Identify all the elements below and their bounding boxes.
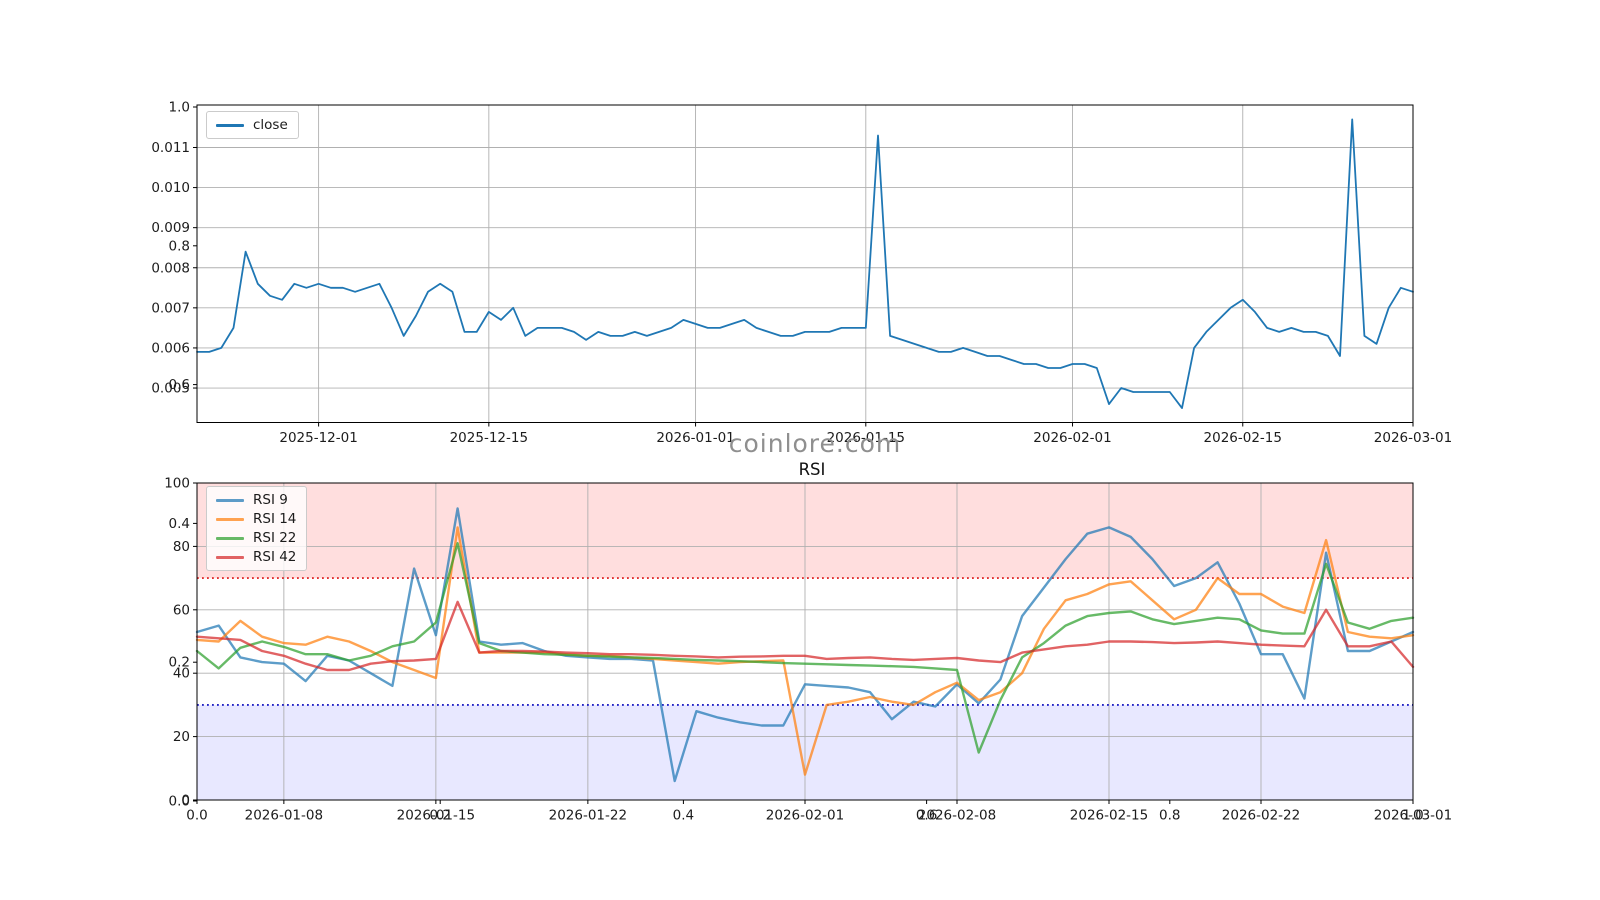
ghost-x-tick-label: 0.6 bbox=[916, 808, 937, 824]
x-tick-label: 2026-03-01 bbox=[1374, 430, 1452, 446]
rsi-legend: RSI 9 RSI 14 RSI 22 RSI 42 bbox=[206, 486, 308, 571]
x-tick-label: 2026-01-01 bbox=[656, 430, 734, 446]
legend-label: RSI 9 bbox=[253, 492, 288, 508]
legend-line-sample bbox=[216, 517, 244, 521]
y-tick-label: 0.007 bbox=[151, 300, 190, 316]
x-tick-label: 2025-12-15 bbox=[450, 430, 528, 446]
y-tick-label: 0.008 bbox=[151, 260, 190, 276]
y-tick-label: 20 bbox=[173, 729, 190, 745]
legend-label: RSI 22 bbox=[253, 530, 297, 546]
x-tick-label: 2026-02-22 bbox=[1222, 808, 1300, 824]
legend-item: RSI 9 bbox=[216, 492, 296, 508]
legend-line-sample bbox=[216, 498, 244, 502]
ghost-x-tick-label: 0.8 bbox=[1159, 808, 1180, 824]
legend-label: close bbox=[253, 117, 288, 133]
ghost-x-tick-label: 0.2 bbox=[429, 808, 450, 824]
y-tick-label: 0.006 bbox=[151, 340, 190, 356]
rsi-chart-title: RSI bbox=[798, 460, 826, 479]
x-tick-label: 2026-02-01 bbox=[766, 808, 844, 824]
ghost-y-tick-label: 0.8 bbox=[169, 238, 190, 254]
ghost-y-tick-label: 0.6 bbox=[169, 377, 190, 393]
y-tick-label: 0.010 bbox=[151, 180, 190, 196]
legend-label: RSI 14 bbox=[253, 511, 297, 527]
y-tick-label: 80 bbox=[173, 539, 190, 555]
legend-label: RSI 42 bbox=[253, 549, 297, 565]
y-tick-label: 60 bbox=[173, 602, 190, 618]
x-tick-label: 2026-01-22 bbox=[549, 808, 627, 824]
ghost-y-tick-label: 0.4 bbox=[169, 516, 190, 532]
ghost-y-tick-label: 0.2 bbox=[169, 655, 190, 671]
plot-border bbox=[196, 104, 1414, 423]
y-tick-label: 0.009 bbox=[151, 220, 190, 236]
x-tick-label: 2026-02-15 bbox=[1070, 808, 1148, 824]
x-tick-label: 2026-01-08 bbox=[245, 808, 323, 824]
x-tick-label: 2025-12-01 bbox=[279, 430, 357, 446]
legend-line-sample bbox=[216, 555, 244, 559]
legend-line-sample bbox=[216, 536, 244, 540]
price-legend: close bbox=[206, 111, 299, 139]
x-tick-label: 2026-02-01 bbox=[1033, 430, 1111, 446]
y-tick-label: 0.011 bbox=[151, 140, 190, 156]
legend-item: RSI 22 bbox=[216, 530, 296, 546]
legend-item: RSI 14 bbox=[216, 511, 296, 527]
legend-line-sample bbox=[216, 123, 244, 127]
series-close bbox=[196, 118, 1414, 410]
ghost-x-tick-label: 0.0 bbox=[186, 808, 207, 824]
legend-item: close bbox=[216, 117, 288, 133]
figure: 2025-12-01 2025-12-15 2026-01-01 2026-01-15… bbox=[0, 0, 1600, 900]
legend-item: RSI 42 bbox=[216, 549, 296, 565]
ghost-x-tick-label: 1.0 bbox=[1402, 808, 1423, 824]
x-tick-label: 2026-01-15 bbox=[827, 430, 905, 446]
ghost-x-tick-label: 0.4 bbox=[673, 808, 694, 824]
ghost-y-tick-label: 1.0 bbox=[169, 100, 190, 116]
x-tick-label: 2026-02-15 bbox=[1204, 430, 1282, 446]
